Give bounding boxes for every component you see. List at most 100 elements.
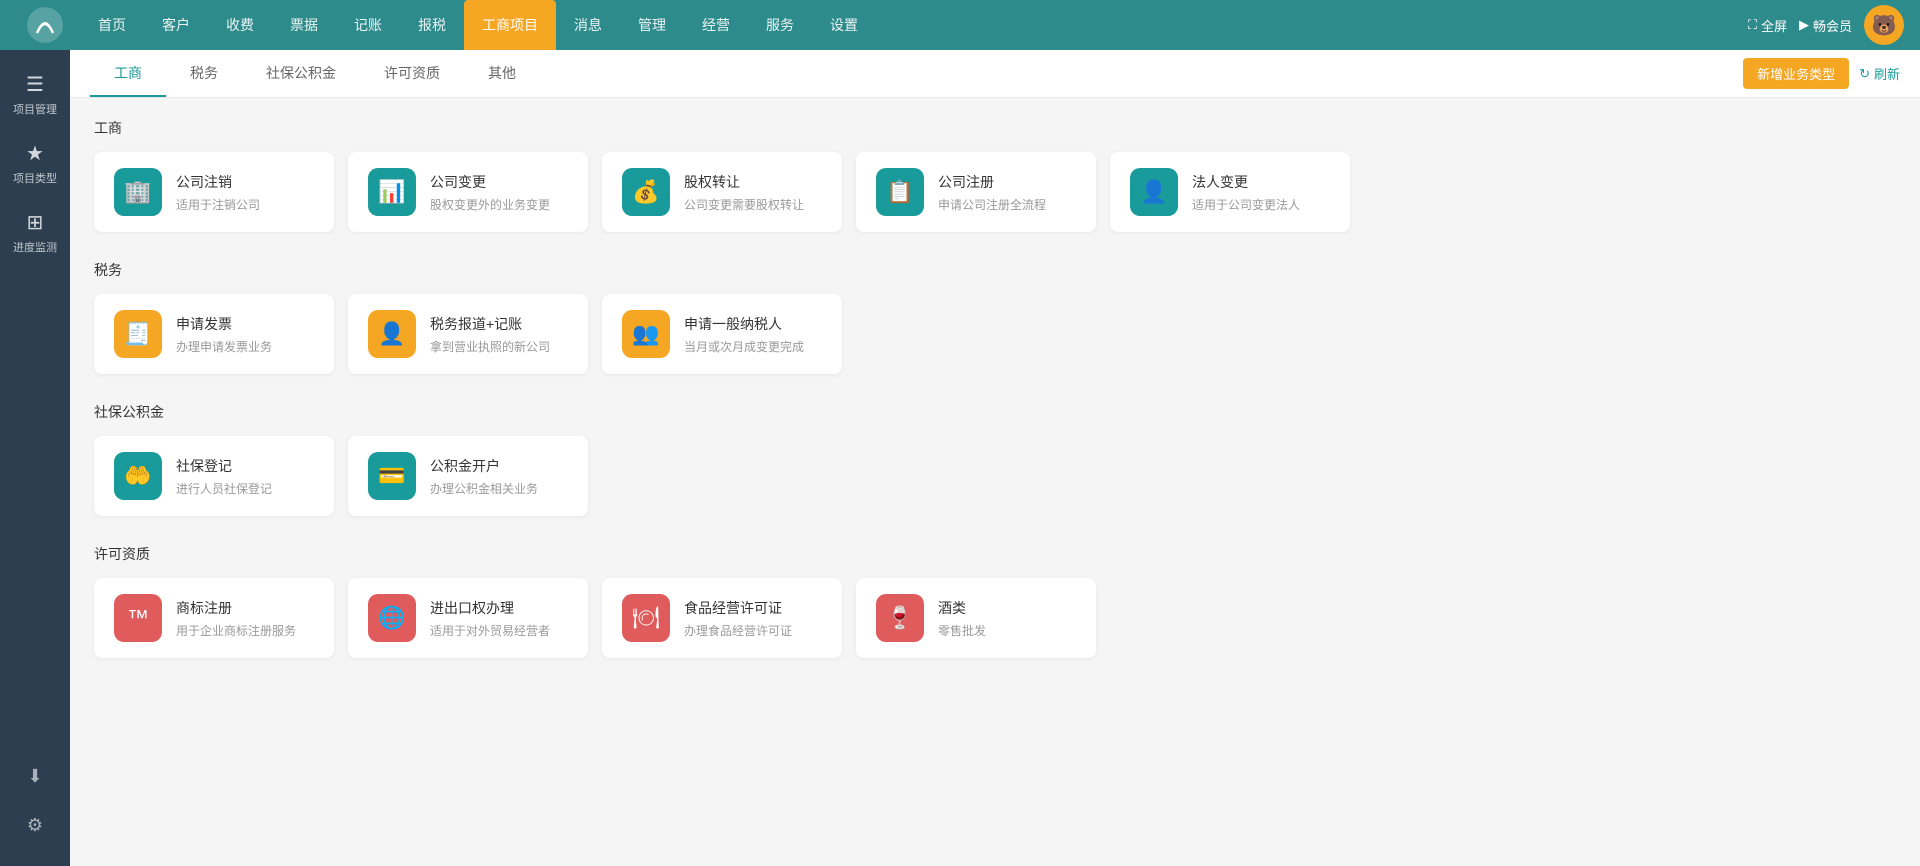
card-title-3-2: 食品经营许可证 (684, 598, 792, 618)
sidebar-bottom-item-1[interactable]: ⚙ (0, 805, 70, 846)
sidebar-label-0: 项目管理 (13, 101, 57, 117)
refresh-icon: ↻ (1859, 66, 1870, 82)
cards-grid-2: 🤲社保登记进行人员社保登记 💳 公积金开户办理公积金相关业务 (94, 436, 1896, 516)
tabs: 工商税务社保公积金许可资质其他 (90, 50, 540, 97)
card-info-1-2: 申请一般纳税人当月或次月成变更完成 (684, 314, 804, 355)
card-icon-3-3: 🍷 (876, 594, 924, 642)
card-icon-3-0: ™ (114, 594, 162, 642)
card-desc-0-3: 申请公司注册全流程 (938, 196, 1046, 213)
card-info-3-3: 酒类零售批发 (938, 598, 986, 639)
card-icon-1-0: 🧾 (114, 310, 162, 358)
nav-item-报税[interactable]: 报税 (400, 0, 464, 50)
new-type-button[interactable]: 新增业务类型 (1743, 58, 1849, 89)
nav-item-设置[interactable]: 设置 (812, 0, 876, 50)
fullscreen-icon: ⛶ (1748, 17, 1757, 33)
sidebar-label-1: 项目类型 (13, 170, 57, 186)
card-info-0-2: 股权转让公司变更需要股权转让 (684, 172, 804, 213)
service-card-0-3[interactable]: 📋 公司注册申请公司注册全流程 (856, 152, 1096, 232)
card-icon-0-1: 📊 (368, 168, 416, 216)
section-title-2: 社保公积金 (94, 402, 1896, 422)
sidebar-icon-0: ☰ (26, 72, 44, 97)
card-icon-0-4: 👤 (1130, 168, 1178, 216)
nav-item-经营[interactable]: 经营 (684, 0, 748, 50)
card-icon-0-3: 📋 (876, 168, 924, 216)
nav-right: ⛶ 全屏 ▶ 畅会员 🐻 (1748, 5, 1920, 45)
card-icon-2-1: 💳 (368, 452, 416, 500)
tab-许可资质[interactable]: 许可资质 (360, 50, 464, 97)
logo-icon (27, 7, 63, 43)
tab-工商[interactable]: 工商 (90, 50, 166, 97)
nav-item-首页[interactable]: 首页 (80, 0, 144, 50)
sidebar-icon-1: ★ (26, 141, 44, 166)
card-title-1-2: 申请一般纳税人 (684, 314, 804, 334)
nav-item-管理[interactable]: 管理 (620, 0, 684, 50)
sidebar-label-2: 进度监测 (13, 239, 57, 255)
refresh-button[interactable]: ↻ 刷新 (1859, 64, 1900, 83)
top-navigation: 首页客户收费票据记账报税工商项目消息管理经营服务设置 ⛶ 全屏 ▶ 畅会员 🐻 (0, 0, 1920, 50)
main-content[interactable]: 工商 🏢公司注销适用于注销公司📊公司变更股权变更外的业务变更💰股权转让公司变更需要… (70, 98, 1920, 866)
fullscreen-btn[interactable]: ⛶ 全屏 (1748, 16, 1787, 35)
tab-社保公积金[interactable]: 社保公积金 (242, 50, 360, 97)
logo-area (10, 7, 80, 43)
card-desc-1-0: 办理申请发票业务 (176, 338, 272, 355)
nav-item-收费[interactable]: 收费 (208, 0, 272, 50)
service-card-0-4[interactable]: 👤法人变更适用于公司变更法人 (1110, 152, 1350, 232)
nav-item-工商项目[interactable]: 工商项目 (464, 0, 556, 50)
card-info-2-0: 社保登记进行人员社保登记 (176, 456, 272, 497)
fullscreen-label: 全屏 (1761, 16, 1787, 35)
service-card-3-2[interactable]: 🍽 食品经营许可证办理食品经营许可证 (602, 578, 842, 658)
refresh-label: 刷新 (1874, 64, 1900, 83)
section-title-3: 许可资质 (94, 544, 1896, 564)
card-desc-2-0: 进行人员社保登记 (176, 480, 272, 497)
content-area: 工商税务社保公积金许可资质其他 新增业务类型 ↻ 刷新 工商🏢公司注销适用于注销… (70, 50, 1920, 866)
service-card-1-0[interactable]: 🧾申请发票办理申请发票业务 (94, 294, 334, 374)
card-desc-1-2: 当月或次月成变更完成 (684, 338, 804, 355)
service-card-1-1[interactable]: 👤 税务报道+记账拿到营业执照的新公司 (348, 294, 588, 374)
card-title-3-1: 进出口权办理 (430, 598, 550, 618)
nav-item-服务[interactable]: 服务 (748, 0, 812, 50)
tab-税务[interactable]: 税务 (166, 50, 242, 97)
card-desc-2-1: 办理公积金相关业务 (430, 480, 538, 497)
sidebar-item-1[interactable]: ★ 项目类型 (0, 129, 70, 198)
card-icon-1-1: 👤 (368, 310, 416, 358)
card-desc-3-2: 办理食品经营许可证 (684, 622, 792, 639)
card-desc-0-1: 股权变更外的业务变更 (430, 196, 550, 213)
tab-actions: 新增业务类型 ↻ 刷新 (1743, 58, 1900, 89)
nav-item-客户[interactable]: 客户 (144, 0, 208, 50)
vip-btn[interactable]: ▶ 畅会员 (1799, 16, 1852, 35)
service-card-2-1[interactable]: 💳 公积金开户办理公积金相关业务 (348, 436, 588, 516)
card-info-3-2: 食品经营许可证办理食品经营许可证 (684, 598, 792, 639)
section-title-0: 工商 (94, 118, 1896, 138)
service-card-0-1[interactable]: 📊公司变更股权变更外的业务变更 (348, 152, 588, 232)
service-card-0-2[interactable]: 💰股权转让公司变更需要股权转让 (602, 152, 842, 232)
service-card-3-0[interactable]: ™ 商标注册用于企业商标注册服务 (94, 578, 334, 658)
sidebar-item-0[interactable]: ☰ 项目管理 (0, 60, 70, 129)
card-desc-1-1: 拿到营业执照的新公司 (430, 338, 550, 355)
main-layout: ☰项目管理★项目类型⊞进度监测 ⬇⚙ 工商税务社保公积金许可资质其他 新增业务类… (0, 50, 1920, 866)
sidebar: ☰ 项目管理 ★ 项目类型 ⊞ 进度监测 ⬇ ⚙ (0, 50, 70, 866)
tab-其他[interactable]: 其他 (464, 50, 540, 97)
card-info-0-3: 公司注册申请公司注册全流程 (938, 172, 1046, 213)
nav-item-消息[interactable]: 消息 (556, 0, 620, 50)
service-card-1-2[interactable]: 👥 申请一般纳税人当月或次月成变更完成 (602, 294, 842, 374)
vip-icon: ▶ (1799, 17, 1809, 33)
service-card-3-1[interactable]: 🌐 进出口权办理适用于对外贸易经营者 (348, 578, 588, 658)
sidebar-icon-2: ⊞ (27, 210, 44, 235)
nav-item-记账[interactable]: 记账 (336, 0, 400, 50)
card-title-0-4: 法人变更 (1192, 172, 1300, 192)
sidebar-item-2[interactable]: ⊞ 进度监测 (0, 198, 70, 267)
card-title-3-0: 商标注册 (176, 598, 296, 618)
card-icon-1-2: 👥 (622, 310, 670, 358)
card-title-2-1: 公积金开户 (430, 456, 538, 476)
card-desc-3-0: 用于企业商标注册服务 (176, 622, 296, 639)
service-card-3-3[interactable]: 🍷 酒类零售批发 (856, 578, 1096, 658)
cards-grid-0: 🏢公司注销适用于注销公司📊公司变更股权变更外的业务变更💰股权转让公司变更需要股权… (94, 152, 1896, 232)
nav-item-票据[interactable]: 票据 (272, 0, 336, 50)
sidebar-bottom-item-0[interactable]: ⬇ (0, 756, 70, 797)
card-icon-3-1: 🌐 (368, 594, 416, 642)
card-icon-3-2: 🍽 (622, 594, 670, 642)
service-card-0-0[interactable]: 🏢公司注销适用于注销公司 (94, 152, 334, 232)
service-card-2-0[interactable]: 🤲社保登记进行人员社保登记 (94, 436, 334, 516)
card-info-3-1: 进出口权办理适用于对外贸易经营者 (430, 598, 550, 639)
card-info-1-1: 税务报道+记账拿到营业执照的新公司 (430, 314, 550, 355)
